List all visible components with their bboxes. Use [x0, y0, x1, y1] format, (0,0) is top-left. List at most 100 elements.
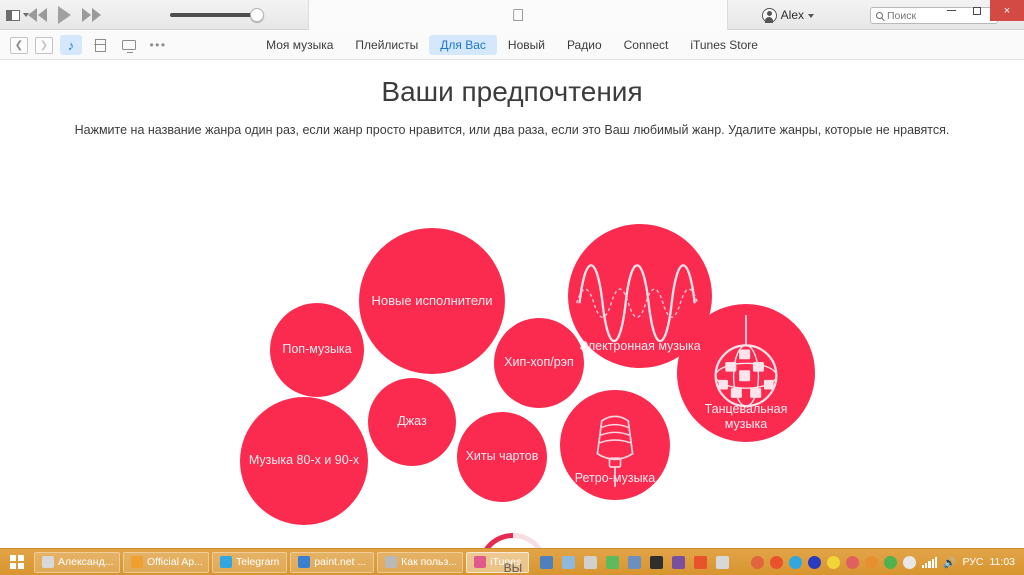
genre-label: Джаз: [397, 414, 427, 429]
document-icon[interactable]: [562, 555, 576, 569]
disc-icon[interactable]: [650, 555, 664, 569]
you-label: ВЫ: [503, 561, 523, 575]
previous-track-icon: [28, 8, 37, 22]
taskbar-window-list: Александ... Official Ap... Telegram paint.n…: [34, 551, 532, 573]
volume-knob[interactable]: [250, 8, 264, 22]
navigation-bar: Моя музыка Плейлисты Для Вас Новый Радио Conn…: [0, 30, 1024, 60]
tab-6[interactable]: iTunes Store: [679, 35, 769, 55]
genre-label: Электронная музыка: [579, 338, 701, 353]
media-music-button[interactable]: ♪: [60, 35, 82, 55]
tab-0[interactable]: Моя музыка: [255, 35, 344, 55]
opera-icon[interactable]: [584, 555, 598, 569]
tab-2[interactable]: Для Вас: [429, 35, 497, 55]
telegram-tray-icon[interactable]: [788, 555, 802, 569]
genre-label: Ретро-музыка: [574, 470, 656, 485]
genre-bubble[interactable]: Танцевальная музыка: [677, 304, 815, 442]
media-tv-button[interactable]: [118, 35, 140, 55]
back-button[interactable]: ❮: [10, 36, 28, 54]
updater-icon[interactable]: [864, 555, 878, 569]
taskbar-item[interactable]: paint.net ...: [290, 551, 375, 573]
tab-1[interactable]: Плейлисты: [344, 35, 429, 55]
genre-label: Музыка 80-х и 90-х: [248, 453, 360, 468]
chrome-tray-icon[interactable]: [769, 555, 783, 569]
tab-5[interactable]: Connect: [613, 35, 680, 55]
next-track-icon: [82, 8, 91, 22]
transport-controls: [28, 0, 101, 30]
forward-button[interactable]: ❯: [35, 36, 53, 54]
taskbar-item[interactable]: Александ...: [34, 551, 120, 573]
media-icon[interactable]: [628, 555, 642, 569]
genre-bubble[interactable]: Хиты чартов: [457, 412, 547, 502]
volume-track[interactable]: [170, 8, 264, 22]
antivirus-icon[interactable]: [845, 555, 859, 569]
genre-bubble[interactable]: Поп-музыка: [270, 303, 364, 397]
taskbar-item[interactable]: Official Ap...: [123, 551, 209, 573]
windows-start-icon: [10, 555, 24, 569]
taskbar-item-icon: [474, 556, 487, 568]
genre-bubble[interactable]: Ретро-музыка: [560, 390, 670, 500]
library-selector[interactable]: [6, 0, 29, 30]
film-strip-icon: [94, 38, 106, 52]
sync-icon[interactable]: [883, 555, 897, 569]
minimize-button[interactable]: [938, 0, 964, 21]
library-box-icon: [6, 9, 20, 21]
network-share-icon[interactable]: [750, 555, 764, 569]
start-button[interactable]: [0, 549, 34, 575]
volume-slider[interactable]: [170, 0, 264, 30]
account-name: Alex: [780, 8, 804, 22]
chrome-icon[interactable]: [694, 555, 708, 569]
notepad-icon[interactable]: [540, 555, 554, 569]
tab-4[interactable]: Радио: [556, 35, 613, 55]
title-bar:  Alex ×: [0, 0, 1024, 30]
genre-bubble[interactable]: Музыка 80-х и 90-х: [240, 397, 368, 525]
taskbar-item-icon: [385, 556, 398, 568]
genre-bubble[interactable]: Джаз: [368, 378, 456, 466]
viber-icon[interactable]: [672, 555, 686, 569]
language-indicator[interactable]: РУС: [962, 556, 983, 568]
genre-bubble[interactable]: Электронная музыка: [568, 224, 712, 368]
taskbar-item-label: Telegram: [236, 556, 280, 568]
close-button[interactable]: ×: [990, 0, 1024, 21]
taskbar-quicklaunch: [540, 555, 730, 569]
taskbar-item-icon: [220, 556, 232, 568]
genre-label: Хип-хоп/рэп: [504, 355, 574, 370]
tray-icon-list: [750, 555, 916, 569]
previous-track-icon-2: [38, 8, 47, 22]
media-video-button[interactable]: [89, 35, 111, 55]
app-green-icon[interactable]: [606, 555, 620, 569]
account-avatar-icon: [761, 7, 777, 23]
nav-left-controls: ❮ ❯ ♪ •••: [10, 30, 169, 60]
signal-bars-icon[interactable]: [921, 556, 938, 568]
chevron-down-icon: [808, 14, 814, 18]
taskbar-item-label: Official Ap...: [147, 556, 203, 568]
genre-label: Поп-музыка: [282, 342, 352, 357]
next-track-icon-2: [92, 8, 101, 22]
clock[interactable]: 11:03: [990, 556, 1016, 568]
system-tray: 🔊 РУС 11:03: [750, 555, 1024, 569]
next-track-button[interactable]: [82, 8, 101, 22]
account-menu[interactable]: Alex: [761, 0, 814, 30]
maximize-button[interactable]: [964, 0, 990, 21]
speaker-icon[interactable]: 🔊: [943, 556, 956, 569]
previous-track-button[interactable]: [28, 8, 47, 22]
play-button[interactable]: [58, 6, 71, 24]
language-ru-icon[interactable]: [807, 555, 821, 569]
taskbar-item-label: paint.net ...: [314, 556, 367, 568]
for-you-preferences-page: Ваши предпочтения Нажмите на название жа…: [0, 60, 1024, 575]
tv-icon: [122, 40, 136, 54]
genre-bubble-cloud: Поп-музыка Новые исполнители Хип-хоп/рэп Э…: [0, 60, 1024, 525]
alien-icon[interactable]: [716, 555, 730, 569]
genre-label: Танцевальная музыка: [704, 401, 788, 431]
more-button[interactable]: •••: [147, 35, 169, 55]
battery-icon[interactable]: [902, 555, 916, 569]
now-playing-display: : [308, 0, 728, 30]
taskbar-item-icon: [42, 556, 54, 568]
itunes-window:  Alex × Моя музыкаПлейлистыДля ВасНовый…: [0, 0, 1024, 575]
taskbar-item-icon: [131, 556, 143, 568]
genre-label: Новые исполнители: [371, 293, 493, 309]
tab-3[interactable]: Новый: [497, 35, 556, 55]
genre-bubble[interactable]: Новые исполнители: [359, 228, 505, 374]
bell-icon[interactable]: [826, 555, 840, 569]
taskbar-item[interactable]: Как польз...: [377, 551, 464, 573]
taskbar-item[interactable]: Telegram: [212, 551, 288, 573]
